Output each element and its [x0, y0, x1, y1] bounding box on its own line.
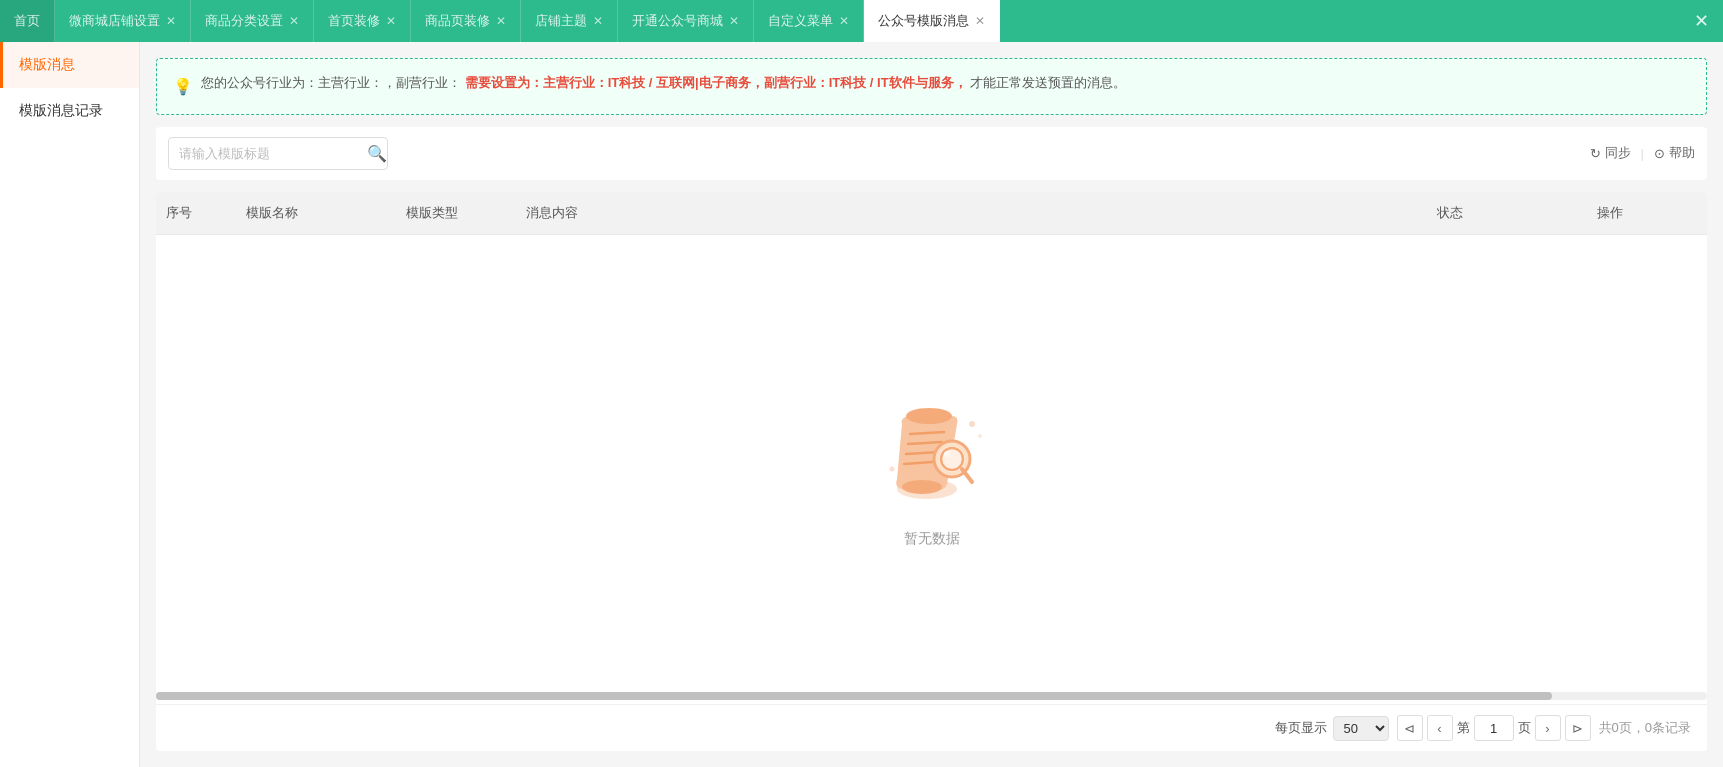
- col-index: 序号: [156, 192, 236, 234]
- tab-product-decor-close[interactable]: ✕: [496, 14, 506, 28]
- page-summary: 共0页，0条记录: [1599, 719, 1691, 737]
- notice-highlight: 需要设置为：主营行业：IT科技 / 互联网|电子商务，副营行业：IT科技 / I…: [465, 75, 967, 90]
- sync-icon: ↻: [1590, 146, 1601, 161]
- tab-open-mall-label: 开通公众号商城: [632, 12, 723, 30]
- tab-product-decor-label: 商品页装修: [425, 12, 490, 30]
- svg-point-1: [906, 408, 952, 424]
- tab-open-mall-close[interactable]: ✕: [729, 14, 739, 28]
- toolbar: 🔍 ↻ 同步 | ⊙ 帮助: [156, 127, 1707, 180]
- sidebar: 模版消息 模版消息记录: [0, 42, 140, 767]
- tab-category-label: 商品分类设置: [205, 12, 283, 30]
- tab-template-msg[interactable]: 公众号模版消息 ✕: [864, 0, 1000, 42]
- main-layout: 模版消息 模版消息记录 💡 您的公众号行业为：主营行业：，副营行业： 需要设置为…: [0, 42, 1723, 767]
- sidebar-item-template-message[interactable]: 模版消息: [0, 42, 139, 88]
- per-page-select[interactable]: 10 20 50 100: [1333, 716, 1389, 741]
- notice-suffix: 才能正常发送预置的消息。: [970, 75, 1126, 90]
- tab-custom-menu-close[interactable]: ✕: [839, 14, 849, 28]
- notice-text: 您的公众号行业为：主营行业：，副营行业： 需要设置为：主营行业：IT科技 / 互…: [201, 73, 1126, 94]
- page-last-button[interactable]: ⊳: [1565, 715, 1591, 741]
- tab-wsc-settings[interactable]: 微商城店铺设置 ✕: [55, 0, 191, 42]
- table-scroll-track[interactable]: [156, 692, 1707, 700]
- tab-bar-close-all[interactable]: ✕: [1680, 10, 1723, 32]
- per-page-label: 每页显示: [1275, 719, 1327, 737]
- empty-state: 暂无数据: [156, 235, 1707, 688]
- search-button[interactable]: 🔍: [357, 138, 388, 169]
- page-next-button[interactable]: ›: [1535, 715, 1561, 741]
- content-area: 💡 您的公众号行业为：主营行业：，副营行业： 需要设置为：主营行业：IT科技 /…: [140, 42, 1723, 767]
- col-type: 模版类型: [396, 192, 516, 234]
- page-first-button[interactable]: ⊲: [1397, 715, 1423, 741]
- sidebar-item-template-message-label: 模版消息: [19, 56, 75, 72]
- empty-illustration: [872, 394, 992, 514]
- col-content: 消息内容: [516, 192, 1427, 234]
- tab-open-mall[interactable]: 开通公众号商城 ✕: [618, 0, 754, 42]
- tab-store-theme-close[interactable]: ✕: [593, 14, 603, 28]
- page-prev-button[interactable]: ‹: [1427, 715, 1453, 741]
- svg-point-12: [969, 421, 975, 427]
- notice-banner: 💡 您的公众号行业为：主营行业：，副营行业： 需要设置为：主营行业：IT科技 /…: [156, 58, 1707, 115]
- col-name: 模版名称: [236, 192, 396, 234]
- tab-wsc-label: 微商城店铺设置: [69, 12, 160, 30]
- tab-home-decor-close[interactable]: ✕: [386, 14, 396, 28]
- tab-store-theme-label: 店铺主题: [535, 12, 587, 30]
- notice-icon: 💡: [173, 74, 193, 100]
- table-wrapper: 序号 模版名称 模版类型 消息内容 状态 操作: [156, 192, 1707, 751]
- tab-home-decor-label: 首页装修: [328, 12, 380, 30]
- search-input[interactable]: [169, 140, 357, 167]
- table-scroll-thumb[interactable]: [156, 692, 1552, 700]
- tab-custom-menu-label: 自定义菜单: [768, 12, 833, 30]
- col-action: 操作: [1587, 192, 1707, 234]
- toolbar-right: ↻ 同步 | ⊙ 帮助: [1590, 144, 1695, 162]
- svg-point-14: [889, 467, 894, 472]
- sidebar-item-template-message-log-label: 模版消息记录: [19, 102, 103, 118]
- page-label: 第: [1457, 719, 1470, 737]
- tab-store-theme[interactable]: 店铺主题 ✕: [521, 0, 618, 42]
- tab-home-label: 首页: [14, 12, 40, 30]
- tab-product-decor[interactable]: 商品页装修 ✕: [411, 0, 521, 42]
- page-number-input[interactable]: [1474, 715, 1514, 741]
- help-button[interactable]: ⊙ 帮助: [1654, 144, 1695, 162]
- tab-custom-menu[interactable]: 自定义菜单 ✕: [754, 0, 864, 42]
- col-status: 状态: [1427, 192, 1587, 234]
- tab-home[interactable]: 首页: [0, 0, 55, 42]
- sidebar-item-template-message-log[interactable]: 模版消息记录: [0, 88, 139, 134]
- help-icon: ⊙: [1654, 146, 1665, 161]
- notice-prefix: 您的公众号行业为：主营行业：，副营行业：: [201, 75, 461, 90]
- per-page: 每页显示 10 20 50 100: [1275, 716, 1389, 741]
- help-label: 帮助: [1669, 144, 1695, 162]
- pagination-controls: ⊲ ‹ 第 页 › ⊳: [1397, 715, 1591, 741]
- svg-point-2: [902, 480, 942, 494]
- tab-bar: 首页 微商城店铺设置 ✕ 商品分类设置 ✕ 首页装修 ✕ 商品页装修 ✕ 店铺主…: [0, 0, 1723, 42]
- toolbar-divider: |: [1641, 146, 1644, 161]
- sync-label: 同步: [1605, 144, 1631, 162]
- pagination-bar: 每页显示 10 20 50 100 ⊲ ‹ 第 页 › ⊳: [156, 704, 1707, 751]
- svg-point-11: [944, 451, 950, 457]
- table-header: 序号 模版名称 模版类型 消息内容 状态 操作: [156, 192, 1707, 235]
- tab-category-close[interactable]: ✕: [289, 14, 299, 28]
- tab-wsc-close[interactable]: ✕: [166, 14, 176, 28]
- tab-home-decor[interactable]: 首页装修 ✕: [314, 0, 411, 42]
- search-box: 🔍: [168, 137, 388, 170]
- tab-category-settings[interactable]: 商品分类设置 ✕: [191, 0, 314, 42]
- search-icon: 🔍: [367, 145, 387, 162]
- empty-state-text: 暂无数据: [904, 530, 960, 548]
- tab-template-msg-label: 公众号模版消息: [878, 12, 969, 30]
- svg-point-13: [978, 434, 982, 438]
- tab-template-msg-close[interactable]: ✕: [975, 14, 985, 28]
- sync-button[interactable]: ↻ 同步: [1590, 144, 1631, 162]
- page-unit: 页: [1518, 719, 1531, 737]
